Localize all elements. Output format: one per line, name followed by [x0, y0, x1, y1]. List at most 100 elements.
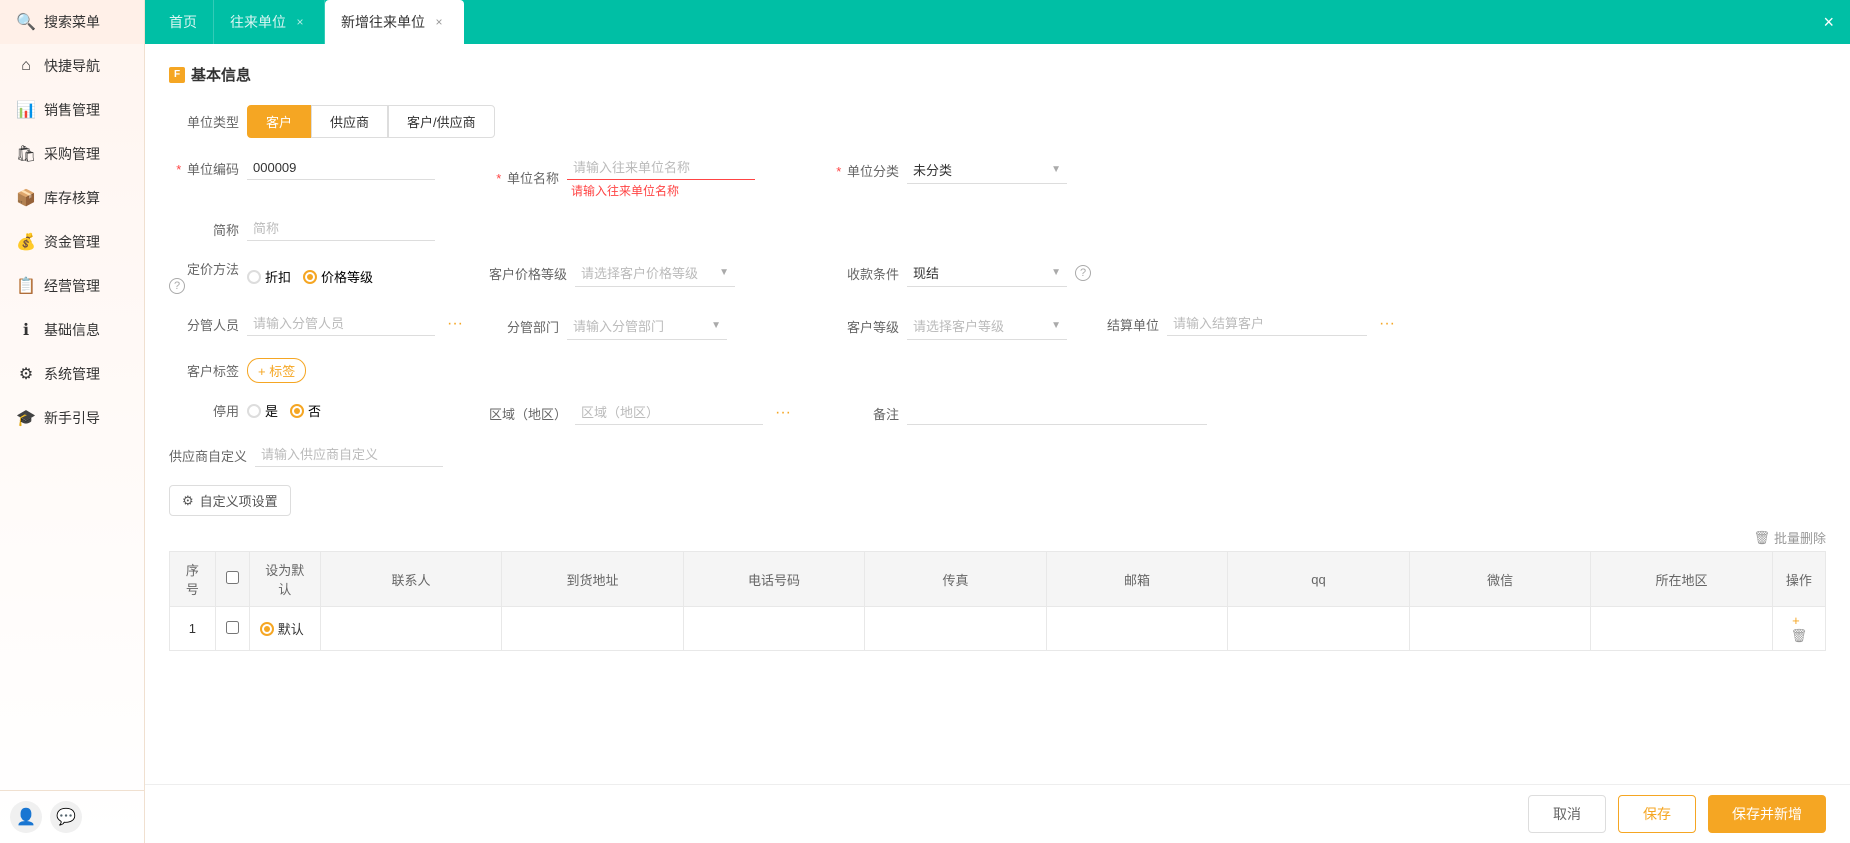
col-header-fax: 传真 [865, 552, 1046, 607]
pricing-help-icon[interactable]: ? [169, 278, 185, 294]
short-name-label: 简称 [169, 220, 239, 239]
department-select[interactable]: 请输入分管部门 ▼ [567, 312, 727, 340]
row-fax[interactable] [865, 607, 1046, 651]
settlement-unit-label: 结算单位 [1089, 315, 1159, 334]
unit-cat-select[interactable]: 未分类 ▼ [907, 156, 1067, 184]
disable-radio-group: 是 否 [247, 401, 321, 420]
tab-new-partner-label: 新增往来单位 [341, 12, 425, 32]
settings-button[interactable]: ⚙ 自定义项设置 [169, 485, 291, 516]
supplier-custom-input[interactable] [255, 443, 443, 467]
operations-icon: 📋 [16, 276, 36, 296]
batch-delete-label[interactable]: 批量删除 [1774, 528, 1826, 547]
cancel-button[interactable]: 取消 [1528, 795, 1606, 833]
tab-bar-close-all[interactable]: × [1815, 12, 1842, 33]
settlement-more-icon[interactable]: ··· [1375, 315, 1399, 333]
row-wechat-input[interactable] [1420, 621, 1580, 636]
remark-field: 备注 [829, 401, 1826, 425]
row-default-radio [260, 622, 274, 636]
unit-type-customer[interactable]: 客户 [247, 105, 311, 138]
info-icon: ℹ [16, 320, 36, 340]
tab-new-partner-close[interactable]: × [431, 14, 447, 30]
sidebar-item-finance[interactable]: 💰 资金管理 [0, 220, 144, 264]
row-phone[interactable] [683, 607, 864, 651]
payment-terms-select[interactable]: 现结 ▼ [907, 259, 1067, 287]
payment-terms-field: 收款条件 现结 ▼ ? [829, 259, 1129, 287]
row-contact[interactable] [320, 607, 501, 651]
row-qq-input[interactable] [1238, 621, 1399, 636]
row-address-input[interactable] [512, 621, 672, 636]
disable-yes[interactable]: 是 [247, 401, 278, 420]
row-contact-input[interactable] [331, 621, 491, 636]
short-name-input[interactable] [247, 217, 435, 241]
manager-input[interactable] [247, 312, 435, 336]
remark-input[interactable] [907, 401, 1207, 425]
sidebar-item-operations[interactable]: 📋 经营管理 [0, 264, 144, 308]
save-new-button[interactable]: 保存并新增 [1708, 795, 1826, 833]
tab-new-partner[interactable]: 新增往来单位 × [325, 0, 464, 44]
sidebar-item-basic-info[interactable]: ℹ 基础信息 [0, 308, 144, 352]
payment-help-icon[interactable]: ? [1075, 265, 1091, 281]
settlement-unit-input[interactable] [1167, 312, 1367, 336]
sidebar-item-purchase[interactable]: 🛍 采购管理 [0, 132, 144, 176]
sidebar-label-finance: 资金管理 [44, 232, 100, 252]
table-select-all[interactable] [226, 571, 239, 584]
row-fax-input[interactable] [875, 621, 1035, 636]
settlement-unit-field: 结算单位 ··· [1089, 312, 1826, 336]
table-header-row: 序号 设为默认 联系人 到货地址 电话号码 传真 邮箱 qq 微信 所在地区 操… [170, 552, 1826, 607]
row-phone-input[interactable] [694, 621, 854, 636]
save-button[interactable]: 保存 [1618, 795, 1696, 833]
unit-type-supplier[interactable]: 供应商 [311, 105, 388, 138]
row-qq[interactable] [1228, 607, 1410, 651]
row-checkbox[interactable] [226, 621, 239, 634]
sidebar-item-nav[interactable]: ⌂ 快捷导航 [0, 44, 144, 88]
customer-price-label: 客户价格等级 [489, 264, 567, 283]
tab-partner[interactable]: 往来单位 × [214, 0, 325, 44]
sales-icon: 📊 [16, 100, 36, 120]
sidebar-bottom: 👤 💬 [0, 790, 144, 843]
row-delete-btn[interactable]: 🗑 [1791, 628, 1808, 643]
pricing-method-field: 定价方法 ? 折扣 价格等级 [169, 259, 489, 294]
sidebar-item-search[interactable]: 🔍 搜索菜单 [0, 0, 144, 44]
disable-row: 停用 是 否 区域（地区） ··· 备注 [169, 401, 1826, 425]
manager-more-icon[interactable]: ··· [443, 315, 467, 333]
sidebar-label-search: 搜索菜单 [44, 12, 100, 32]
customer-level-select[interactable]: 请选择客户等级 ▼ [907, 312, 1067, 340]
sidebar-item-inventory[interactable]: 📦 库存核算 [0, 176, 144, 220]
row-region-input[interactable] [1601, 621, 1761, 636]
row-address[interactable] [502, 607, 683, 651]
footer: 取消 保存 保存并新增 [145, 784, 1850, 843]
tab-bar: 首页 往来单位 × 新增往来单位 × × [145, 0, 1850, 44]
message-icon: 💬 [50, 801, 82, 833]
unit-code-input[interactable] [247, 156, 435, 180]
sidebar-item-guide[interactable]: 🎓 新手引导 [0, 396, 144, 440]
region-more-icon[interactable]: ··· [771, 404, 795, 422]
disable-no[interactable]: 否 [290, 401, 321, 420]
row-email-input[interactable] [1057, 621, 1217, 636]
pricing-radio-discount[interactable]: 折扣 [247, 267, 291, 286]
unit-name-input[interactable] [567, 156, 755, 180]
row-wechat[interactable] [1409, 607, 1590, 651]
col-header-wechat: 微信 [1409, 552, 1590, 607]
disable-yes-circle [247, 404, 261, 418]
region-input[interactable] [575, 401, 763, 425]
customer-price-select[interactable]: 请选择客户价格等级 ▼ [575, 259, 735, 287]
col-header-action: 操作 [1772, 552, 1825, 607]
sidebar-item-system[interactable]: ⚙ 系统管理 [0, 352, 144, 396]
pricing-radio-level[interactable]: 价格等级 [303, 267, 373, 286]
unit-type-field: 单位类型 客户 供应商 客户/供应商 [169, 105, 1826, 138]
supplier-custom-field: 供应商自定义 [169, 443, 489, 467]
col-header-default: 设为默认 [249, 552, 320, 607]
sidebar-item-sales[interactable]: 📊 销售管理 [0, 88, 144, 132]
customer-price-field: 客户价格等级 请选择客户价格等级 ▼ [489, 259, 829, 287]
sidebar: 🔍 搜索菜单 ⌂ 快捷导航 📊 销售管理 🛍 采购管理 📦 库存核算 💰 资金管… [0, 0, 145, 843]
row-add-btn[interactable]: + [1792, 613, 1800, 628]
contacts-table: 序号 设为默认 联系人 到货地址 电话号码 传真 邮箱 qq 微信 所在地区 操… [169, 551, 1826, 651]
tab-home[interactable]: 首页 [153, 0, 214, 44]
user-avatar: 👤 [10, 801, 42, 833]
row-region[interactable] [1591, 607, 1772, 651]
disable-field: 停用 是 否 [169, 401, 489, 420]
row-email[interactable] [1046, 607, 1227, 651]
tab-partner-close[interactable]: × [292, 14, 308, 30]
unit-type-both[interactable]: 客户/供应商 [388, 105, 495, 138]
tag-add-button[interactable]: + 标签 [247, 358, 306, 383]
